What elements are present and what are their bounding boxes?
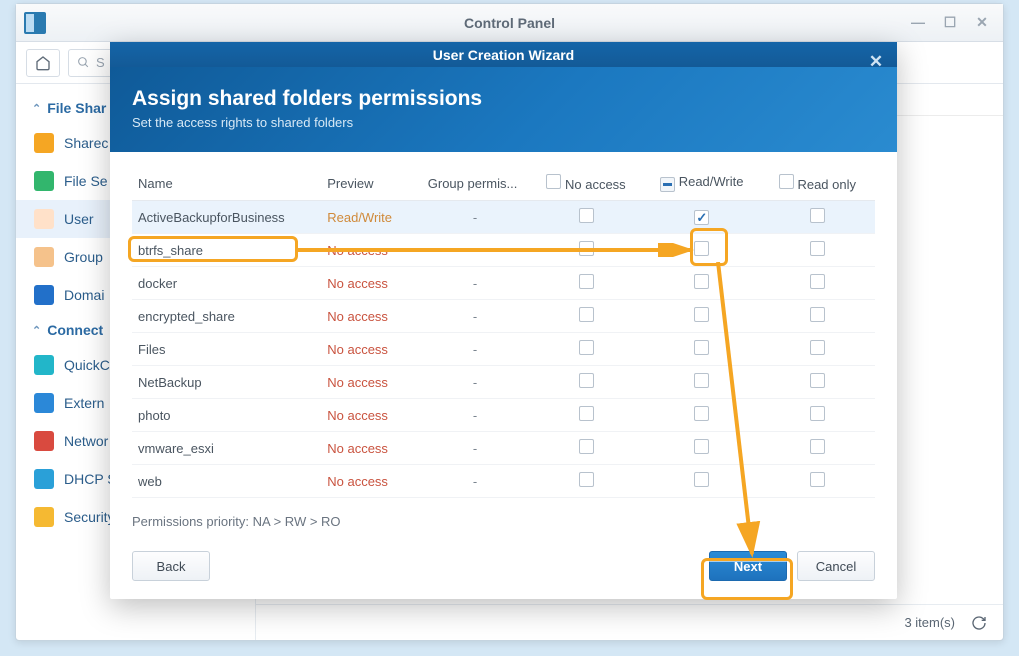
folder-row[interactable]: webNo access-	[132, 465, 875, 498]
checkbox-readonly[interactable]	[810, 241, 825, 256]
permissions-table: Name Preview Group permis... No access R…	[132, 166, 875, 498]
checkbox-readwrite-all[interactable]	[660, 177, 675, 192]
folder-name: encrypted_share	[132, 300, 321, 333]
checkbox-noaccess[interactable]	[579, 241, 594, 256]
checkbox-readwrite[interactable]	[694, 373, 709, 388]
folder-name: btrfs_share	[132, 234, 321, 267]
user-creation-wizard: User Creation Wizard ✕ Assign shared fol…	[110, 42, 897, 599]
folder-row[interactable]: FilesNo access-	[132, 333, 875, 366]
modal-header: Assign shared folders permissions Set th…	[110, 67, 897, 152]
search-icon	[77, 56, 90, 69]
checkbox-readonly[interactable]	[810, 439, 825, 454]
folder-preview: No access	[321, 399, 422, 432]
checkbox-readonly[interactable]	[810, 472, 825, 487]
folder-row[interactable]: ActiveBackupforBusinessRead/Write-	[132, 201, 875, 234]
col-noaccess[interactable]: No access	[528, 166, 643, 201]
checkbox-readwrite[interactable]	[694, 274, 709, 289]
folder-group-perm: -	[422, 366, 529, 399]
folder-name: docker	[132, 267, 321, 300]
checkbox-readwrite[interactable]	[694, 210, 709, 225]
col-readonly[interactable]: Read only	[760, 166, 875, 201]
checkbox-noaccess[interactable]	[579, 439, 594, 454]
modal-close-button[interactable]: ✕	[865, 51, 887, 73]
titlebar: Control Panel — ☐ ✕	[16, 4, 1003, 42]
item-count: 3 item(s)	[904, 615, 955, 630]
footer: 3 item(s)	[256, 604, 1003, 640]
modal-title: User Creation Wizard	[433, 47, 574, 63]
folder-name: Files	[132, 333, 321, 366]
folder-row[interactable]: btrfs_shareNo access-	[132, 234, 875, 267]
folder-preview: No access	[321, 300, 422, 333]
priority-note: Permissions priority: NA > RW > RO	[132, 498, 875, 535]
checkbox-readonly[interactable]	[810, 373, 825, 388]
folder-group-perm: -	[422, 465, 529, 498]
folder-group-perm: -	[422, 333, 529, 366]
checkbox-readwrite[interactable]	[694, 472, 709, 487]
checkbox-noaccess[interactable]	[579, 307, 594, 322]
folder-group-perm: -	[422, 234, 529, 267]
home-button[interactable]	[26, 49, 60, 77]
checkbox-noaccess[interactable]	[579, 373, 594, 388]
cancel-button[interactable]: Cancel	[797, 551, 875, 581]
checkbox-noaccess[interactable]	[579, 406, 594, 421]
folder-name: NetBackup	[132, 366, 321, 399]
modal-subheading: Set the access rights to shared folders	[132, 115, 875, 130]
folder-group-perm: -	[422, 267, 529, 300]
window-title: Control Panel	[16, 15, 1003, 31]
checkbox-readwrite[interactable]	[694, 340, 709, 355]
folder-row[interactable]: NetBackupNo access-	[132, 366, 875, 399]
next-button[interactable]: Next	[709, 551, 787, 581]
maximize-button[interactable]: ☐	[937, 13, 963, 33]
folder-name: web	[132, 465, 321, 498]
folder-row[interactable]: encrypted_shareNo access-	[132, 300, 875, 333]
col-group[interactable]: Group permis...	[422, 166, 529, 201]
folder-group-perm: -	[422, 300, 529, 333]
folder-name: vmware_esxi	[132, 432, 321, 465]
folder-preview: No access	[321, 432, 422, 465]
checkbox-readonly[interactable]	[810, 307, 825, 322]
home-icon	[35, 55, 51, 71]
folder-group-perm: -	[422, 432, 529, 465]
folder-row[interactable]: dockerNo access-	[132, 267, 875, 300]
folder-preview: No access	[321, 267, 422, 300]
folder-preview: No access	[321, 333, 422, 366]
close-button[interactable]: ✕	[969, 13, 995, 33]
checkbox-noaccess[interactable]	[579, 208, 594, 223]
refresh-icon[interactable]	[971, 615, 987, 631]
checkbox-readonly[interactable]	[810, 406, 825, 421]
folder-preview: No access	[321, 234, 422, 267]
folder-preview: No access	[321, 366, 422, 399]
col-readwrite[interactable]: Read/Write	[644, 166, 760, 201]
checkbox-readonly[interactable]	[810, 340, 825, 355]
modal-titlebar: User Creation Wizard ✕	[110, 42, 897, 67]
app-icon	[24, 12, 46, 34]
checkbox-noaccess-all[interactable]	[546, 174, 561, 189]
folder-name: ActiveBackupforBusiness	[132, 201, 321, 234]
checkbox-readwrite[interactable]	[694, 406, 709, 421]
minimize-button[interactable]: —	[905, 13, 931, 33]
folder-row[interactable]: vmware_esxiNo access-	[132, 432, 875, 465]
folder-name: photo	[132, 399, 321, 432]
folder-group-perm: -	[422, 399, 529, 432]
checkbox-noaccess[interactable]	[579, 340, 594, 355]
col-name[interactable]: Name	[132, 166, 321, 201]
checkbox-readwrite[interactable]	[694, 241, 709, 256]
col-preview[interactable]: Preview	[321, 166, 422, 201]
checkbox-readonly[interactable]	[810, 274, 825, 289]
folder-row[interactable]: photoNo access-	[132, 399, 875, 432]
back-button[interactable]: Back	[132, 551, 210, 581]
checkbox-readwrite[interactable]	[694, 307, 709, 322]
folder-preview: Read/Write	[321, 201, 422, 234]
folder-group-perm: -	[422, 201, 529, 234]
folder-preview: No access	[321, 465, 422, 498]
checkbox-readonly-all[interactable]	[779, 174, 794, 189]
search-placeholder: S	[96, 55, 105, 70]
checkbox-noaccess[interactable]	[579, 472, 594, 487]
modal-heading: Assign shared folders permissions	[132, 87, 875, 111]
checkbox-readonly[interactable]	[810, 208, 825, 223]
checkbox-readwrite[interactable]	[694, 439, 709, 454]
checkbox-noaccess[interactable]	[579, 274, 594, 289]
